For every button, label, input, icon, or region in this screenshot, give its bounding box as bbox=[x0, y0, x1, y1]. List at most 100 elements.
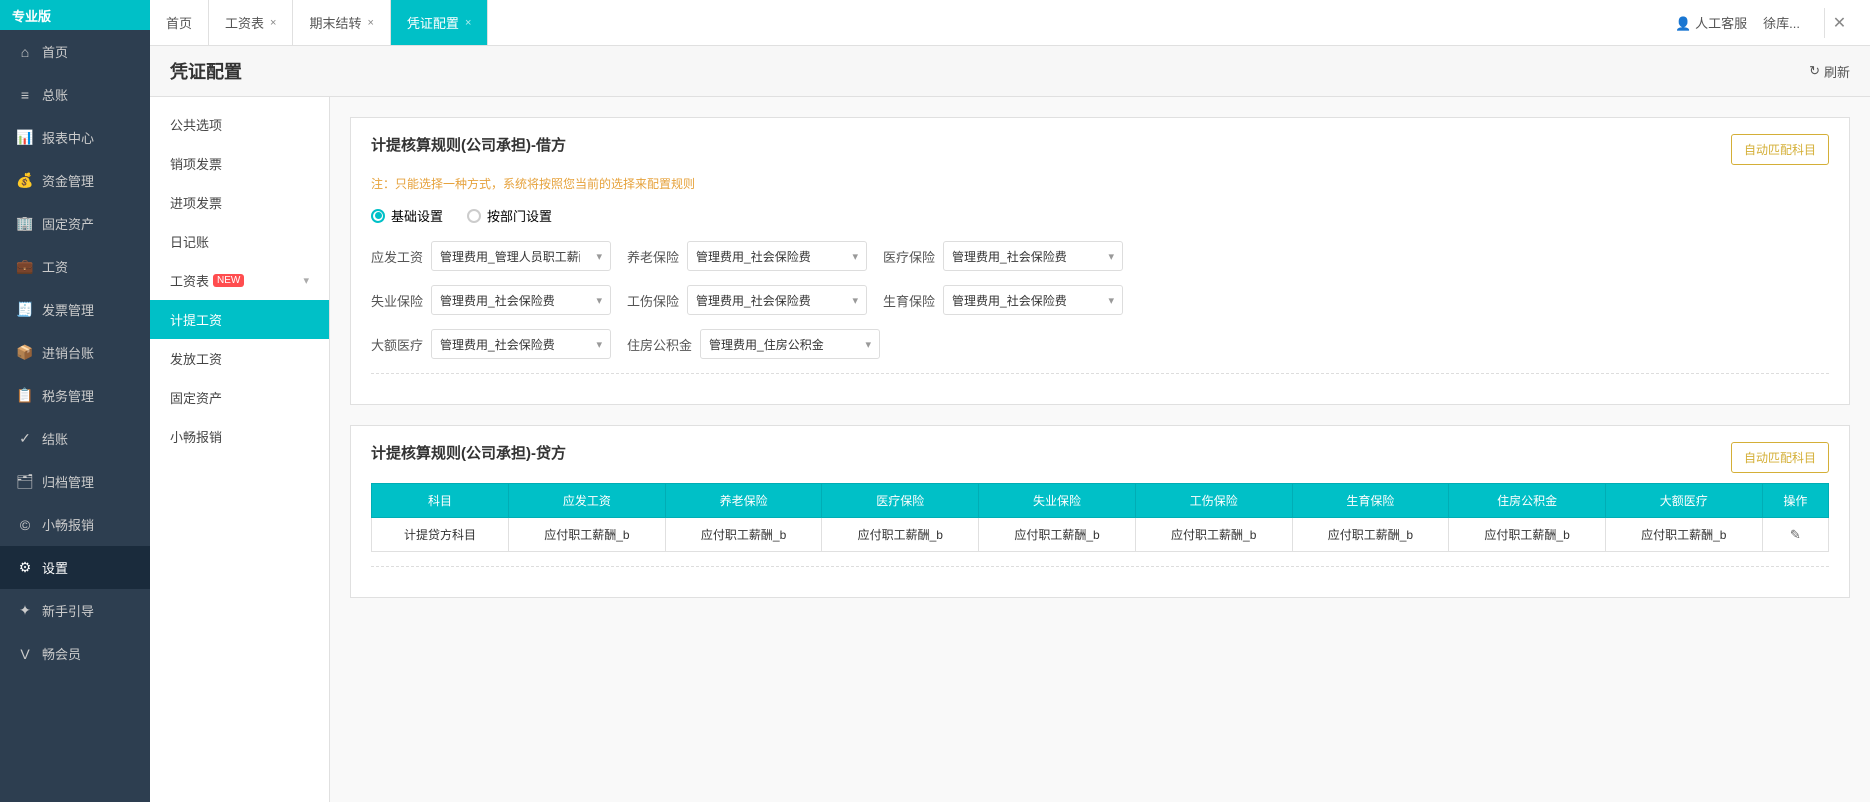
sidebar-label-ledger: 总账 bbox=[42, 85, 68, 104]
medical-label: 医疗保险 bbox=[883, 247, 935, 266]
sidebar-label-member: 畅会员 bbox=[42, 644, 81, 663]
left-nav-purchase[interactable]: 进项发票 bbox=[150, 183, 329, 222]
sidebar-item-reports[interactable]: 📊 报表中心 bbox=[0, 116, 150, 159]
pension-select[interactable]: 管理费用_社会保险费 ▾ bbox=[687, 241, 867, 271]
sidebar-item-salary[interactable]: 💼 工资 bbox=[0, 245, 150, 288]
sidebar-label-tax: 税务管理 bbox=[42, 386, 94, 405]
page-header: 凭证配置 ↻ 刷新 bbox=[150, 46, 1870, 97]
sidebar-item-member[interactable]: V 畅会员 bbox=[0, 632, 150, 675]
sidebar-label-close: 结账 bbox=[42, 429, 68, 448]
pension-label: 养老保险 bbox=[627, 247, 679, 266]
sidebar-item-ledger[interactable]: ≡ 总账 bbox=[0, 73, 150, 116]
sidebar-item-settings[interactable]: ⚙ 设置 bbox=[0, 546, 150, 589]
sidebar-item-inventory[interactable]: 📦 进销台账 bbox=[0, 331, 150, 374]
sidebar-item-archive[interactable]: 🗂 归档管理 bbox=[0, 460, 150, 503]
housing-fund-select[interactable]: 管理费用_住房公积金 ▾ bbox=[700, 329, 880, 359]
section-debit: 计提核算规则(公司承担)-借方 自动匹配科目 注：只能选择一种方式，系统将按照您… bbox=[350, 117, 1850, 405]
app-title: 专业版 bbox=[0, 0, 150, 30]
tab-payroll[interactable]: 工资表 × bbox=[209, 0, 293, 45]
left-nav-calc-salary[interactable]: 计提工资 bbox=[150, 300, 329, 339]
unemployment-select[interactable]: 管理费用_社会保险费 ▾ bbox=[431, 285, 611, 315]
chevron-icon-2: ▾ bbox=[853, 250, 859, 263]
section-credit: 计提核算规则(公司承担)-贷方 自动匹配科目 科目 应发工资 养老保险 医疗保险… bbox=[350, 425, 1850, 598]
tab-period[interactable]: 期末结转 × bbox=[293, 0, 390, 45]
sidebar-item-funds[interactable]: 💰 资金管理 bbox=[0, 159, 150, 202]
row-gross: 应付职工薪酬_b bbox=[509, 518, 666, 552]
left-nav-expenses[interactable]: 小畅报销 bbox=[150, 417, 329, 456]
chevron-icon-5: ▾ bbox=[853, 294, 859, 307]
field-housing-fund: 住房公积金 管理费用_住房公积金 ▾ bbox=[627, 329, 880, 359]
section-credit-header: 计提核算规则(公司承担)-贷方 自动匹配科目 bbox=[371, 442, 1829, 473]
sidebar-label-invoice: 发票管理 bbox=[42, 300, 94, 319]
tab-home[interactable]: 首页 bbox=[150, 0, 209, 45]
sidebar-item-guide[interactable]: ✦ 新手引导 bbox=[0, 589, 150, 632]
edit-icon[interactable]: ✎ bbox=[1790, 527, 1801, 542]
auto-match-credit-btn[interactable]: 自动匹配科目 bbox=[1731, 442, 1829, 473]
left-nav-pay-salary[interactable]: 发放工资 bbox=[150, 339, 329, 378]
gross-salary-label: 应发工资 bbox=[371, 247, 423, 266]
col-housing: 住房公积金 bbox=[1449, 484, 1606, 518]
left-nav-payroll-table[interactable]: 工资表 NEW ▾ bbox=[150, 261, 329, 300]
unemployment-label: 失业保险 bbox=[371, 291, 423, 310]
invoice-icon: 🧾 bbox=[16, 301, 34, 318]
injury-select[interactable]: 管理费用_社会保险费 ▾ bbox=[687, 285, 867, 315]
tab-voucher-close[interactable]: × bbox=[465, 17, 471, 29]
left-nav-fixed-assets[interactable]: 固定资产 bbox=[150, 378, 329, 417]
topbar-right: 👤 人工客服 徐库... ✕ bbox=[1675, 8, 1870, 38]
radio-basic[interactable]: 基础设置 bbox=[371, 206, 443, 225]
sidebar-item-xiaochang[interactable]: © 小畅报销 bbox=[0, 503, 150, 546]
col-injury: 工伤保险 bbox=[1135, 484, 1292, 518]
row-edit[interactable]: ✎ bbox=[1762, 518, 1828, 552]
radio-group: 基础设置 按部门设置 bbox=[371, 206, 1829, 225]
member-icon: V bbox=[16, 646, 34, 662]
table-row: 计提贷方科目 应付职工薪酬_b 应付职工薪酬_b 应付职工薪酬_b 应付职工薪酬… bbox=[372, 518, 1829, 552]
tab-voucher-label: 凭证配置 bbox=[407, 13, 459, 32]
sidebar-item-invoice[interactable]: 🧾 发票管理 bbox=[0, 288, 150, 331]
tab-payroll-close[interactable]: × bbox=[270, 17, 276, 29]
tab-voucher[interactable]: 凭证配置 × bbox=[391, 0, 488, 45]
col-gross: 应发工资 bbox=[509, 484, 666, 518]
row-pension: 应付职工薪酬_b bbox=[665, 518, 822, 552]
tab-period-close[interactable]: × bbox=[367, 17, 373, 29]
sidebar-item-close[interactable]: ✓ 结账 bbox=[0, 417, 150, 460]
sidebar-label-reports: 报表中心 bbox=[42, 128, 94, 147]
chevron-icon-6: ▾ bbox=[1109, 294, 1115, 307]
refresh-button[interactable]: ↻ 刷新 bbox=[1809, 62, 1850, 81]
maternity-select[interactable]: 管理费用_社会保险费 ▾ bbox=[943, 285, 1123, 315]
salary-icon: 💼 bbox=[16, 258, 34, 275]
tab-payroll-label: 工资表 bbox=[225, 13, 264, 32]
user-info: 徐库... bbox=[1763, 13, 1800, 32]
radio-dept-label: 按部门设置 bbox=[487, 206, 552, 225]
section-debit-header: 计提核算规则(公司承担)-借方 自动匹配科目 bbox=[371, 134, 1829, 165]
close-window-btn[interactable]: ✕ bbox=[1824, 8, 1854, 38]
major-medical-select[interactable]: 管理费用_社会保险费 ▾ bbox=[431, 329, 611, 359]
home-icon: ⌂ bbox=[16, 44, 34, 60]
field-injury: 工伤保险 管理费用_社会保险费 ▾ bbox=[627, 285, 867, 315]
sidebar-item-tax[interactable]: 📋 税务管理 bbox=[0, 374, 150, 417]
sidebar-item-assets[interactable]: 🏢 固定资产 bbox=[0, 202, 150, 245]
gross-salary-select[interactable]: 管理费用_管理人员职工薪酬 ▾ bbox=[431, 241, 611, 271]
radio-dept[interactable]: 按部门设置 bbox=[467, 206, 552, 225]
row-subject: 计提贷方科目 bbox=[372, 518, 509, 552]
chevron-down-icon: ▾ bbox=[303, 274, 309, 287]
major-medical-label: 大额医疗 bbox=[371, 335, 423, 354]
auto-match-debit-btn[interactable]: 自动匹配科目 bbox=[1731, 134, 1829, 165]
field-medical: 医疗保险 管理费用_社会保险费 ▾ bbox=[883, 241, 1123, 271]
col-major-medical: 大额医疗 bbox=[1605, 484, 1762, 518]
close-period-icon: ✓ bbox=[16, 430, 34, 447]
radio-basic-label: 基础设置 bbox=[391, 206, 443, 225]
row-housing: 应付职工薪酬_b bbox=[1449, 518, 1606, 552]
sidebar-label-archive: 归档管理 bbox=[42, 472, 94, 491]
help-link[interactable]: 👤 人工客服 bbox=[1675, 13, 1747, 32]
left-nav-sales[interactable]: 销项发票 bbox=[150, 144, 329, 183]
left-nav-public[interactable]: 公共选项 bbox=[150, 105, 329, 144]
credit-table: 科目 应发工资 养老保险 医疗保险 失业保险 工伤保险 生育保险 住房公积金 大… bbox=[371, 483, 1829, 552]
refresh-icon: ↻ bbox=[1809, 63, 1820, 79]
medical-select[interactable]: 管理费用_社会保险费 ▾ bbox=[943, 241, 1123, 271]
col-maternity: 生育保险 bbox=[1292, 484, 1449, 518]
left-nav-journal[interactable]: 日记账 bbox=[150, 222, 329, 261]
col-pension: 养老保险 bbox=[665, 484, 822, 518]
assets-icon: 🏢 bbox=[16, 215, 34, 232]
field-unemployment: 失业保险 管理费用_社会保险费 ▾ bbox=[371, 285, 611, 315]
sidebar-item-home[interactable]: ⌂ 首页 bbox=[0, 30, 150, 73]
